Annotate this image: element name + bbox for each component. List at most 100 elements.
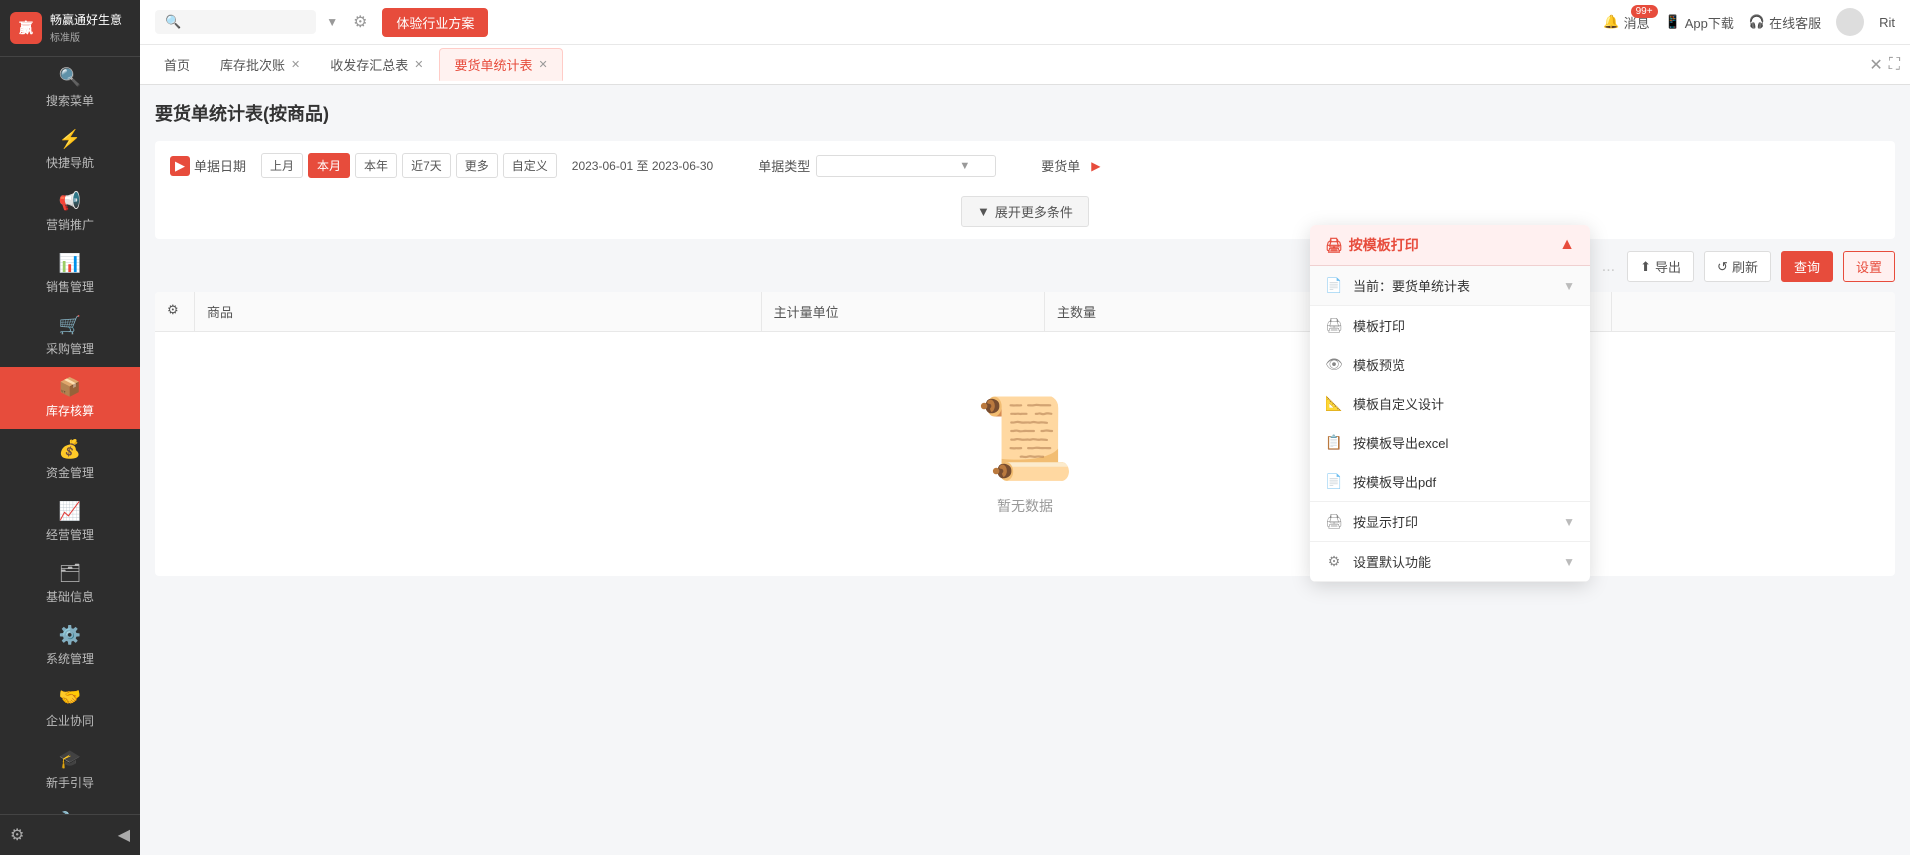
date-btn-current-month[interactable]: 本月 bbox=[308, 153, 350, 178]
dropdown-close-btn[interactable]: ▲ bbox=[1559, 236, 1575, 254]
close-tab-inventory[interactable]: ✕ bbox=[291, 58, 300, 71]
template-pdf-label: 按模板导出pdf bbox=[1353, 472, 1436, 491]
date-btn-7days[interactable]: 近7天 bbox=[402, 153, 451, 178]
sidebar-label-sales: 销售管理 bbox=[46, 278, 94, 295]
tab-expand-icon[interactable]: ⛶ bbox=[1889, 56, 1900, 74]
user-avatar[interactable] bbox=[1836, 8, 1864, 36]
type-select[interactable]: ▼ bbox=[816, 155, 996, 177]
settings-footer-icon[interactable]: ⚙ bbox=[10, 825, 24, 845]
template-print-label: 模板打印 bbox=[1353, 316, 1405, 335]
dropdown-item-excel[interactable]: 📋 按模板导出excel bbox=[1310, 423, 1590, 462]
sidebar-label-collab: 企业协同 bbox=[46, 712, 94, 729]
sidebar-label-newbie: 新手引导 bbox=[46, 774, 94, 791]
sidebar-item-collab[interactable]: 🤝 企业协同 bbox=[0, 677, 140, 739]
sidebar-label-search: 搜索菜单 bbox=[46, 92, 94, 109]
close-all-tabs-btn[interactable]: ✕ bbox=[1869, 55, 1882, 75]
app-download-btn[interactable]: 📱 App下载 bbox=[1665, 13, 1734, 32]
online-service-btn[interactable]: 🎧 在线客服 bbox=[1749, 13, 1821, 32]
tab-inventory-batch[interactable]: 库存批次账 ✕ bbox=[206, 49, 314, 80]
notification-btn[interactable]: 🔔 消息 99+ bbox=[1603, 13, 1649, 32]
sidebar-item-operation[interactable]: 📈 经营管理 bbox=[0, 491, 140, 553]
tab-receipt-label: 收发存汇总表 bbox=[330, 55, 408, 74]
sidebar-item-finance[interactable]: 💰 资金管理 bbox=[0, 429, 140, 491]
settings-gear-icon[interactable]: ⚙ bbox=[353, 12, 367, 32]
export-btn[interactable]: ⬆ 导出 bbox=[1627, 251, 1694, 282]
sidebar-item-purchase[interactable]: 🛒 采购管理 bbox=[0, 305, 140, 367]
refresh-btn[interactable]: ↺ 刷新 bbox=[1704, 251, 1771, 282]
close-tab-order[interactable]: ✕ bbox=[539, 58, 548, 71]
date-btn-current-year[interactable]: 本年 bbox=[355, 153, 397, 178]
display-print-icon: 🖨 bbox=[1325, 513, 1343, 530]
col-settings[interactable]: ⚙ bbox=[155, 292, 195, 331]
print-dropdown-menu: 🖨 按模板打印 ▲ 📄 当前：要货单统计表 ▼ 🖨 模板打印 👁 模板预 bbox=[1310, 225, 1590, 582]
purchase-icon: 🛒 bbox=[59, 315, 81, 336]
dropdown-item-display-print[interactable]: 🖨 按显示打印 ▼ bbox=[1310, 502, 1590, 541]
tabbar: 首页 库存批次账 ✕ 收发存汇总表 ✕ 要货单统计表 ✕ ✕ ⛶ bbox=[140, 45, 1910, 85]
dropdown-item-default[interactable]: ⚙ 设置默认功能 ▼ bbox=[1310, 542, 1590, 581]
dropdown-item-design[interactable]: 📐 模板自定义设计 bbox=[1310, 384, 1590, 423]
topbar-right: 🔔 消息 99+ 📱 App下载 🎧 在线客服 Rit bbox=[1603, 8, 1895, 36]
template-design-label: 模板自定义设计 bbox=[1353, 394, 1444, 413]
sidebar-item-system[interactable]: ⚙️ 系统管理 bbox=[0, 615, 140, 677]
sidebar-item-search[interactable]: 🔍 搜索菜单 bbox=[0, 57, 140, 119]
sidebar-item-inventory[interactable]: 📦 库存核算 bbox=[0, 367, 140, 429]
collapse-icon[interactable]: ◀ bbox=[118, 825, 130, 845]
settings-btn-label: 设置 bbox=[1856, 257, 1882, 276]
sidebar-label-purchase: 采购管理 bbox=[46, 340, 94, 357]
app-download-label: App下载 bbox=[1685, 13, 1734, 32]
appdownload-icon: 📱 bbox=[1665, 14, 1681, 30]
newbie-icon: 🎓 bbox=[59, 749, 81, 770]
col-unit: 主计量单位 bbox=[762, 292, 1045, 331]
template-preview-icon: 👁 bbox=[1325, 356, 1343, 373]
empty-state: 📜 暂无数据 bbox=[155, 332, 1895, 576]
sidebar-item-quicknav[interactable]: ⚡ 快捷导航 bbox=[0, 119, 140, 181]
logo-icon: 赢 bbox=[10, 12, 42, 44]
date-btn-custom[interactable]: 自定义 bbox=[503, 153, 557, 178]
date-btn-prev-month[interactable]: 上月 bbox=[261, 153, 303, 178]
refresh-btn-label: 刷新 bbox=[1732, 257, 1758, 276]
sidebar-item-sales[interactable]: 📊 销售管理 bbox=[0, 243, 140, 305]
expand-more-btn[interactable]: ▼ 展开更多条件 bbox=[961, 196, 1089, 227]
template-print-icon: 🖨 bbox=[1325, 317, 1343, 334]
tab-order-stats[interactable]: 要货单统计表 ✕ bbox=[439, 48, 562, 81]
sidebar-label-marketing: 营销推广 bbox=[46, 216, 94, 233]
dropdown-title-text: 按模板打印 bbox=[1349, 235, 1419, 255]
search-box[interactable]: 🔍 bbox=[155, 10, 316, 34]
sidebar-item-marketing[interactable]: 📢 营销推广 bbox=[0, 181, 140, 243]
tab-home[interactable]: 首页 bbox=[150, 49, 204, 80]
sidebar-item-newbie[interactable]: 🎓 新手引导 bbox=[0, 739, 140, 801]
date-btn-more[interactable]: 更多 bbox=[456, 153, 498, 178]
type-filter: 单据类型 ▼ bbox=[758, 155, 996, 177]
sidebar: 赢 畅赢通好生意 标准版 🔍 搜索菜单 ⚡ 快捷导航 📢 营销推广 📊 销售管理… bbox=[0, 0, 140, 855]
date-range-text: 2023-06-01 至 2023-06-30 bbox=[572, 157, 713, 174]
main-area: 🔍 ▼ ⚙ 体验行业方案 🔔 消息 99+ 📱 App下载 🎧 在线客服 Rit bbox=[140, 0, 1910, 855]
display-print-arrow: ▼ bbox=[1563, 515, 1575, 529]
collab-icon: 🤝 bbox=[59, 687, 81, 708]
close-tab-receipt[interactable]: ✕ bbox=[414, 58, 423, 71]
refresh-icon: ↺ bbox=[1717, 259, 1728, 275]
notification-icon: 🔔 bbox=[1603, 14, 1619, 30]
basic-icon: 🗂 bbox=[59, 563, 82, 584]
expand-toggle-icon[interactable]: ▶ bbox=[170, 156, 190, 176]
sidebar-item-basic[interactable]: 🗂 基础信息 bbox=[0, 553, 140, 615]
app-name: 畅赢通好生意 bbox=[50, 12, 122, 29]
sidebar-item-appcenter[interactable]: 🔧 应用中心 bbox=[0, 801, 140, 814]
dropdown-item-pdf[interactable]: 📄 按模板导出pdf bbox=[1310, 462, 1590, 501]
sidebar-label-basic: 基础信息 bbox=[46, 588, 94, 605]
service-icon: 🎧 bbox=[1749, 14, 1765, 30]
query-btn[interactable]: 查询 bbox=[1781, 251, 1833, 282]
tab-receipt-summary[interactable]: 收发存汇总表 ✕ bbox=[316, 49, 437, 80]
dropdown-item-preview[interactable]: 👁 模板预览 bbox=[1310, 345, 1590, 384]
trial-button[interactable]: 体验行业方案 bbox=[382, 8, 488, 37]
dropdown-item-print[interactable]: 🖨 模板打印 bbox=[1310, 306, 1590, 345]
dropdown-current[interactable]: 📄 当前：要货单统计表 ▼ bbox=[1310, 266, 1590, 306]
page-title: 要货单统计表(按商品) bbox=[155, 100, 1895, 126]
current-template-label: 当前：要货单统计表 bbox=[1353, 276, 1470, 295]
search-arrow[interactable]: ▼ bbox=[326, 15, 338, 29]
current-arrow: ▼ bbox=[1563, 279, 1575, 293]
settings-btn[interactable]: 设置 bbox=[1843, 251, 1895, 282]
marketing-icon: 📢 bbox=[59, 191, 81, 212]
search-input[interactable] bbox=[186, 15, 306, 29]
template-excel-label: 按模板导出excel bbox=[1353, 433, 1448, 452]
type-select-arrow: ▼ bbox=[959, 160, 970, 172]
